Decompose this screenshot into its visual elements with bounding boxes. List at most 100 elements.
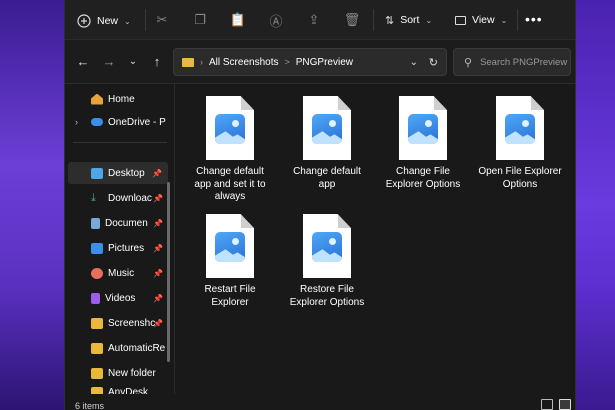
back-button[interactable]: ← (75, 54, 91, 70)
sidebar-item-label: Pictures (108, 242, 145, 254)
file-name: Restart File Explorer (204, 284, 256, 308)
sidebar-item-label: AutomaticRe (108, 342, 166, 354)
sidebar-item-downloads[interactable]: ⤓ Downloac 📌 (65, 187, 169, 209)
tiles-view-icon[interactable] (559, 399, 571, 410)
item-count: 6 items (75, 401, 105, 410)
folder-icon (91, 317, 103, 329)
command-bar: New ⌄ ✂ ❐ 📋 Ⓐ ⇪ 🗑 ⇅ Sort ⌄ View ⌄ ••• (65, 0, 575, 40)
sidebar-item-home[interactable]: Home (65, 88, 169, 110)
breadcrumb-pngpreview[interactable]: PNGPreview (296, 57, 353, 68)
search-icon: ⚲ (464, 56, 473, 69)
desktop-wallpaper-right (576, 0, 615, 410)
more-options-button[interactable]: ••• (525, 11, 543, 27)
sidebar-item-label: Home (108, 93, 135, 105)
view-icon (455, 15, 466, 25)
png-file-icon (399, 96, 447, 160)
desktop-wallpaper-left (0, 0, 64, 410)
sidebar-item-label: Videos (105, 292, 136, 304)
address-row: ← → ⌄ ↑ › All Screenshots > PNGPreview ⌄… (65, 40, 575, 84)
folder-icon (91, 367, 103, 379)
pin-icon[interactable]: 📌 (153, 319, 163, 328)
png-file-icon (496, 96, 544, 160)
sidebar-item-videos[interactable]: Videos 📌 (65, 287, 169, 309)
toolbar-separator (517, 9, 518, 31)
sidebar-item-label: Desktop (108, 167, 145, 179)
sidebar-item-label: Screenshc (108, 317, 156, 329)
rename-icon[interactable]: Ⓐ (267, 11, 285, 29)
toolbar-separator (145, 9, 146, 31)
sidebar-item-desktop[interactable]: Desktop 📌 (68, 162, 168, 184)
new-button-label: New (97, 15, 119, 27)
sidebar-item-automaticre[interactable]: AutomaticRe (65, 337, 169, 359)
pin-icon[interactable]: 📌 (153, 294, 163, 303)
copy-icon[interactable]: ❐ (191, 11, 209, 29)
breadcrumb-separator: > (284, 57, 290, 67)
pin-icon[interactable]: 📌 (153, 219, 163, 228)
toolbar-separator (373, 9, 374, 31)
forward-button[interactable]: → (101, 54, 117, 70)
file-view: Change default app and set it to always … (175, 84, 575, 394)
folder-icon (91, 342, 103, 354)
file-item[interactable]: Restart File Explorer (187, 214, 273, 309)
music-icon (91, 267, 103, 279)
address-dropdown-icon[interactable]: ⌄ (410, 57, 418, 68)
png-file-icon (303, 214, 351, 278)
sidebar-item-label: Downloac (108, 192, 152, 204)
sidebar-item-documents[interactable]: Documen 📌 (65, 212, 169, 234)
file-name: Restore File Explorer Options (289, 284, 365, 308)
sidebar-item-label: New folder (108, 367, 156, 379)
file-item[interactable]: Change default app (284, 96, 370, 191)
refresh-icon[interactable]: ↻ (429, 56, 438, 69)
recent-locations-button[interactable]: ⌄ (125, 54, 141, 70)
pin-icon[interactable]: 📌 (152, 169, 162, 178)
sidebar-item-screenshots[interactable]: Screenshc 📌 (65, 312, 169, 334)
file-item[interactable]: Restore File Explorer Options (284, 214, 370, 309)
pictures-icon (91, 242, 103, 254)
plus-circle-icon (77, 14, 91, 28)
file-explorer-window: New ⌄ ✂ ❐ 📋 Ⓐ ⇪ 🗑 ⇅ Sort ⌄ View ⌄ ••• ← … (64, 0, 576, 410)
pin-icon[interactable]: 📌 (153, 194, 163, 203)
sidebar-item-music[interactable]: Music 📌 (65, 262, 169, 284)
sort-button-label: Sort (400, 14, 420, 26)
sidebar-item-new-folder[interactable]: New folder (65, 362, 169, 384)
sidebar-item-onedrive[interactable]: › OneDrive - P (65, 111, 169, 133)
navigation-pane: Home › OneDrive - P Desktop 📌 ⤓ Downloac… (65, 84, 175, 397)
up-button[interactable]: ↑ (149, 54, 165, 70)
breadcrumb-all-screenshots[interactable]: All Screenshots (209, 57, 278, 68)
file-item[interactable]: Change File Explorer Options (380, 96, 466, 191)
chevron-down-icon: ⌄ (500, 15, 508, 25)
png-file-icon (303, 96, 351, 160)
cloud-icon (91, 118, 103, 126)
file-name: Change File Explorer Options (385, 166, 461, 190)
search-box[interactable]: ⚲ Search PNGPreview (453, 48, 571, 76)
share-icon[interactable]: ⇪ (305, 11, 323, 29)
view-button[interactable]: View ⌄ (455, 11, 507, 29)
sidebar-item-pictures[interactable]: Pictures 📌 (65, 237, 169, 259)
sort-button[interactable]: ⇅ Sort ⌄ (385, 11, 432, 29)
chevron-right-icon[interactable]: › (75, 117, 78, 127)
sidebar-divider (73, 142, 167, 143)
download-icon: ⤓ (91, 191, 96, 204)
file-name: Change default app (293, 166, 361, 190)
sidebar-item-label: Music (108, 267, 135, 279)
file-name: Change default app and set it to always (194, 166, 266, 202)
address-bar[interactable]: › All Screenshots > PNGPreview ⌄ ↻ (173, 48, 447, 76)
chevron-down-icon: ⌄ (124, 16, 131, 26)
sidebar-item-label: Documen (105, 217, 148, 229)
sidebar-scrollbar[interactable] (167, 182, 170, 362)
chevron-down-icon: ⌄ (425, 15, 433, 25)
pin-icon[interactable]: 📌 (153, 244, 163, 253)
view-button-label: View (472, 14, 495, 26)
cut-icon[interactable]: ✂ (153, 11, 171, 29)
delete-icon[interactable]: 🗑 (343, 11, 361, 29)
pin-icon[interactable]: 📌 (153, 269, 163, 278)
paste-icon[interactable]: 📋 (229, 11, 247, 29)
file-item[interactable]: Change default app and set it to always (187, 96, 273, 204)
file-item[interactable]: Open File Explorer Options (477, 96, 563, 191)
new-button[interactable]: New ⌄ (77, 9, 131, 33)
png-file-icon (206, 214, 254, 278)
desktop-icon (91, 167, 103, 179)
file-name: Open File Explorer Options (478, 166, 562, 190)
search-placeholder: Search PNGPreview (480, 56, 568, 68)
details-view-icon[interactable] (541, 399, 553, 410)
